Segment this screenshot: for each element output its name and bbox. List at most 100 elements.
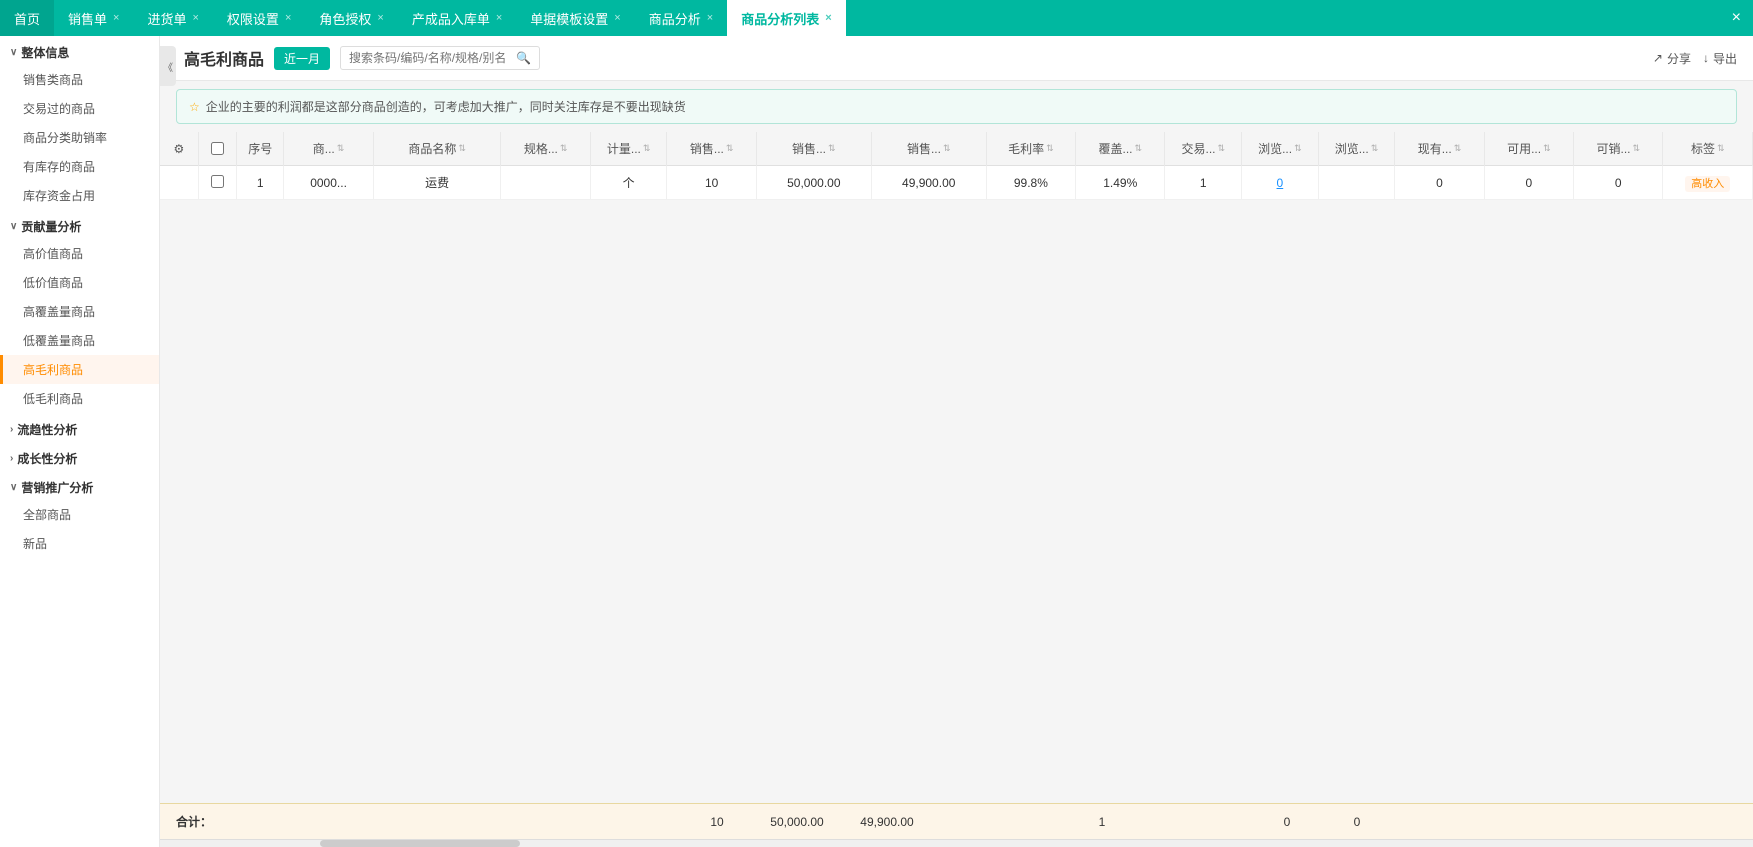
nav-template-settings[interactable]: 单据模板设置 × [516,0,634,36]
sort-name-icon[interactable]: ⇅ [458,143,466,154]
col-sale-qty[interactable]: 销售... ⇅ [667,132,756,166]
sidebar-section-trend[interactable]: › 流趋性分析 [0,413,159,442]
cell-transaction: 1 [1165,166,1242,200]
sidebar-item-in-stock-products[interactable]: 有库存的商品 [0,152,159,181]
sidebar-item-stock-capital[interactable]: 库存资金占用 [0,181,159,210]
nav-home[interactable]: 首页 [0,0,54,36]
cell-checkbox[interactable] [198,166,236,200]
cell-view1[interactable]: 0 [1242,166,1319,200]
time-filter-button[interactable]: 近一月 [274,47,330,70]
sidebar-item-sales-products[interactable]: 销售类商品 [0,65,159,94]
close-role-auth[interactable]: × [377,12,383,24]
col-name[interactable]: 商品名称 ⇅ [373,132,501,166]
sidebar-item-low-value[interactable]: 低价值商品 [0,268,159,297]
sort-coverage-icon[interactable]: ⇅ [1135,143,1143,154]
cell-spec [501,166,590,200]
close-product-analysis[interactable]: × [707,12,713,24]
search-input[interactable] [349,51,512,65]
cell-sale-qty: 10 [667,166,756,200]
sidebar-item-high-margin[interactable]: 高毛利商品 [0,355,159,384]
sidebar-item-low-coverage[interactable]: 低覆盖量商品 [0,326,159,355]
col-tag[interactable]: 标签 ⇅ [1663,132,1753,166]
sidebar-section-overall[interactable]: ∨ 整体信息 [0,36,159,65]
close-product-analysis-list[interactable]: × [825,12,831,24]
nav-product-analysis-list[interactable]: 商品分析列表 × [727,0,845,36]
sort-sale-cost-icon[interactable]: ⇅ [943,143,951,154]
sort-sale-qty-icon[interactable]: ⇅ [726,143,734,154]
cell-sale-amount: 50,000.00 [756,166,871,200]
sort-view1-icon[interactable]: ⇅ [1294,143,1302,154]
total-sale-amount: 50,000.00 [752,815,842,829]
col-view1[interactable]: 浏览... ⇅ [1242,132,1319,166]
col-saleable[interactable]: 可销... ⇅ [1574,132,1663,166]
horizontal-scrollbar[interactable] [160,839,1753,847]
nav-product-inbound[interactable]: 产成品入库单 × [398,0,516,36]
search-icon[interactable]: 🔍 [516,51,531,65]
content-header: 高毛利商品 近一月 🔍 ↗ 分享 ↓ 导出 [160,36,1753,81]
sidebar-item-low-margin[interactable]: 低毛利商品 [0,384,159,413]
close-product-inbound[interactable]: × [496,12,502,24]
nav-role-auth[interactable]: 角色授权 × [305,0,397,36]
close-all-tabs[interactable]: × [1732,9,1753,27]
share-button[interactable]: ↗ 分享 [1653,50,1691,67]
sort-saleable-icon[interactable]: ⇅ [1633,143,1641,154]
cell-current-stock: 0 [1395,166,1484,200]
page-title: 高毛利商品 [184,46,264,70]
header-actions: ↗ 分享 ↓ 导出 [1653,50,1737,67]
col-code[interactable]: 商... ⇅ [284,132,373,166]
nav-sales-order[interactable]: 销售单 × [54,0,133,36]
scrollbar-thumb[interactable] [320,840,520,847]
sort-current-stock-icon[interactable]: ⇅ [1454,143,1462,154]
sidebar-item-all-products[interactable]: 全部商品 [0,500,159,529]
sort-available-icon[interactable]: ⇅ [1543,143,1551,154]
close-purchase-order[interactable]: × [192,12,198,24]
sort-transaction-icon[interactable]: ⇅ [1218,143,1226,154]
sort-view2-icon[interactable]: ⇅ [1371,143,1379,154]
col-unit[interactable]: 计量... ⇅ [590,132,667,166]
total-values: 10 50,000.00 49,900.00 1 0 0 [316,815,1392,829]
sort-tag-icon[interactable]: ⇅ [1717,143,1725,154]
nav-product-analysis[interactable]: 商品分析 × [635,0,727,36]
sort-code-icon[interactable]: ⇅ [337,143,345,154]
sort-gross-rate-icon[interactable]: ⇅ [1046,143,1054,154]
sidebar-collapse-button[interactable]: 《 [160,46,176,86]
sidebar-section-contribution[interactable]: ∨ 贡献量分析 [0,210,159,239]
toggle-contribution-icon: ∨ [10,221,17,232]
sidebar-section-marketing[interactable]: ∨ 营销推广分析 [0,471,159,500]
sort-sale-amount-icon[interactable]: ⇅ [828,143,836,154]
close-permission-settings[interactable]: × [285,12,291,24]
sort-unit-icon[interactable]: ⇅ [643,143,651,154]
select-all-checkbox[interactable] [211,142,224,155]
sidebar: ∨ 整体信息 销售类商品 交易过的商品 商品分类助销率 有库存的商品 库存资金占… [0,36,160,847]
sort-spec-icon[interactable]: ⇅ [560,143,568,154]
col-sale-cost[interactable]: 销售... ⇅ [871,132,986,166]
total-sale-qty: 10 [682,815,752,829]
sidebar-item-high-coverage[interactable]: 高覆盖量商品 [0,297,159,326]
col-transaction[interactable]: 交易... ⇅ [1165,132,1242,166]
col-available[interactable]: 可用... ⇅ [1484,132,1573,166]
close-sales-order[interactable]: × [113,12,119,24]
nav-purchase-order[interactable]: 进货单 × [133,0,212,36]
col-gross-rate[interactable]: 毛利率 ⇅ [986,132,1075,166]
col-sale-amount[interactable]: 销售... ⇅ [756,132,871,166]
info-bar: ☆ 企业的主要的利润都是这部分商品创造的，可考虑加大推广，同时关注库存是不要出现… [176,89,1737,124]
col-coverage[interactable]: 覆盖... ⇅ [1076,132,1165,166]
sidebar-item-traded-products[interactable]: 交易过的商品 [0,94,159,123]
sidebar-item-category-sales-rate[interactable]: 商品分类助销率 [0,123,159,152]
col-settings[interactable]: ⚙ [160,132,198,166]
toggle-growth-icon: › [10,453,13,464]
col-spec[interactable]: 规格... ⇅ [501,132,590,166]
nav-permission-settings[interactable]: 权限设置 × [213,0,305,36]
sidebar-item-new-products[interactable]: 新品 [0,529,159,558]
table-header-row: ⚙ 序号 商... ⇅ [160,132,1753,166]
col-checkbox[interactable] [198,132,236,166]
export-button[interactable]: ↓ 导出 [1703,50,1737,67]
sidebar-item-high-value[interactable]: 高价值商品 [0,239,159,268]
col-view2[interactable]: 浏览... ⇅ [1318,132,1395,166]
row-checkbox[interactable] [211,175,224,188]
cell-saleable: 0 [1574,166,1663,200]
close-template-settings[interactable]: × [614,12,620,24]
sidebar-section-growth[interactable]: › 成长性分析 [0,442,159,471]
col-current-stock[interactable]: 现有... ⇅ [1395,132,1484,166]
table-row: 1 0000... 运费 个 10 50,000.00 49,900.00 99… [160,166,1753,200]
